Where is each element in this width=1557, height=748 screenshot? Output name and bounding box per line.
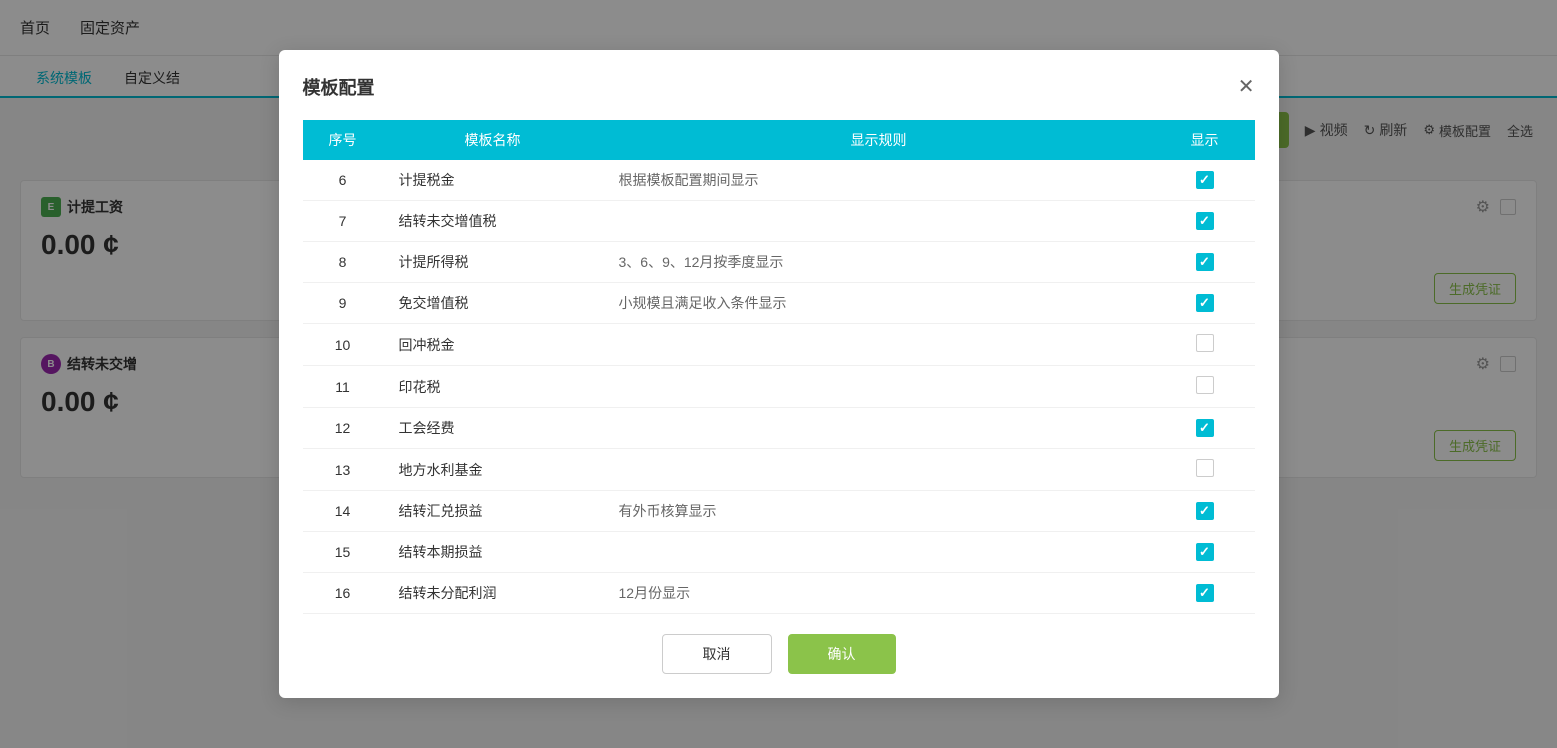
- cell-rule: [603, 324, 1155, 366]
- cell-rule: 小规模且满足收入条件显示: [603, 283, 1155, 324]
- cell-id: 6: [303, 160, 383, 201]
- table-row: 13地方水利基金: [303, 449, 1255, 491]
- table-header-row: 序号 模板名称 显示规则 显示: [303, 120, 1255, 160]
- cell-checkbox: [1155, 283, 1255, 324]
- modal-overlay: 模板配置 ✕ 序号 模板名称 显示规则 显示 6计提税金根据模板配置期间显示7结…: [0, 0, 1557, 748]
- cell-name: 结转未交增值税: [383, 201, 603, 242]
- cell-id: 11: [303, 366, 383, 408]
- cell-checkbox: [1155, 573, 1255, 614]
- cell-name: 结转汇兑损益: [383, 491, 603, 532]
- modal-title: 模板配置: [303, 74, 375, 100]
- th-index: 序号: [303, 120, 383, 160]
- table-row: 7结转未交增值税: [303, 201, 1255, 242]
- checkbox-14[interactable]: [1196, 502, 1214, 520]
- cell-rule: 3、6、9、12月按季度显示: [603, 242, 1155, 283]
- cell-checkbox: [1155, 324, 1255, 366]
- checkbox-7[interactable]: [1196, 212, 1214, 230]
- cell-id: 15: [303, 532, 383, 573]
- th-show: 显示: [1155, 120, 1255, 160]
- table-row: 14结转汇兑损益有外币核算显示: [303, 491, 1255, 532]
- cell-checkbox: [1155, 408, 1255, 449]
- cell-rule: 12月份显示: [603, 573, 1155, 614]
- cell-rule: [603, 201, 1155, 242]
- config-table: 序号 模板名称 显示规则 显示 6计提税金根据模板配置期间显示7结转未交增值税8…: [303, 120, 1255, 614]
- cell-id: 13: [303, 449, 383, 491]
- cell-name: 结转未分配利润: [383, 573, 603, 614]
- cell-name: 地方水利基金: [383, 449, 603, 491]
- cell-id: 16: [303, 573, 383, 614]
- cell-checkbox: [1155, 491, 1255, 532]
- cell-id: 10: [303, 324, 383, 366]
- cell-name: 结转本期损益: [383, 532, 603, 573]
- cell-rule: 根据模板配置期间显示: [603, 160, 1155, 201]
- cell-checkbox: [1155, 160, 1255, 201]
- checkbox-11[interactable]: [1196, 376, 1214, 394]
- modal-header: 模板配置 ✕: [303, 74, 1255, 100]
- checkbox-8[interactable]: [1196, 253, 1214, 271]
- cell-checkbox: [1155, 242, 1255, 283]
- modal-close-button[interactable]: ✕: [1238, 77, 1255, 97]
- cell-checkbox: [1155, 201, 1255, 242]
- cell-id: 8: [303, 242, 383, 283]
- checkbox-16[interactable]: [1196, 584, 1214, 602]
- cell-name: 印花税: [383, 366, 603, 408]
- modal-footer: 取消 确认: [303, 634, 1255, 674]
- cell-name: 计提税金: [383, 160, 603, 201]
- cell-name: 回冲税金: [383, 324, 603, 366]
- table-body: 6计提税金根据模板配置期间显示7结转未交增值税8计提所得税3、6、9、12月按季…: [303, 160, 1255, 614]
- table-row: 11印花税: [303, 366, 1255, 408]
- table-row: 10回冲税金: [303, 324, 1255, 366]
- cell-id: 9: [303, 283, 383, 324]
- cell-name: 计提所得税: [383, 242, 603, 283]
- cell-rule: [603, 408, 1155, 449]
- cell-checkbox: [1155, 532, 1255, 573]
- cell-id: 7: [303, 201, 383, 242]
- table-row: 9免交增值税小规模且满足收入条件显示: [303, 283, 1255, 324]
- table-row: 6计提税金根据模板配置期间显示: [303, 160, 1255, 201]
- checkbox-13[interactable]: [1196, 459, 1214, 477]
- cell-rule: 有外币核算显示: [603, 491, 1155, 532]
- cancel-button[interactable]: 取消: [662, 634, 772, 674]
- checkbox-15[interactable]: [1196, 543, 1214, 561]
- table-row: 12工会经费: [303, 408, 1255, 449]
- checkbox-6[interactable]: [1196, 171, 1214, 189]
- cell-checkbox: [1155, 366, 1255, 408]
- template-config-modal: 模板配置 ✕ 序号 模板名称 显示规则 显示 6计提税金根据模板配置期间显示7结…: [279, 50, 1279, 698]
- table-scroll-container[interactable]: 序号 模板名称 显示规则 显示 6计提税金根据模板配置期间显示7结转未交增值税8…: [303, 120, 1255, 614]
- cell-name: 免交增值税: [383, 283, 603, 324]
- checkbox-12[interactable]: [1196, 419, 1214, 437]
- cell-rule: [603, 449, 1155, 491]
- confirm-button[interactable]: 确认: [788, 634, 896, 674]
- th-rule: 显示规则: [603, 120, 1155, 160]
- th-name: 模板名称: [383, 120, 603, 160]
- table-row: 8计提所得税3、6、9、12月按季度显示: [303, 242, 1255, 283]
- checkbox-10[interactable]: [1196, 334, 1214, 352]
- table-row: 15结转本期损益: [303, 532, 1255, 573]
- cell-rule: [603, 366, 1155, 408]
- cell-checkbox: [1155, 449, 1255, 491]
- cell-id: 12: [303, 408, 383, 449]
- cell-rule: [603, 532, 1155, 573]
- checkbox-9[interactable]: [1196, 294, 1214, 312]
- cell-name: 工会经费: [383, 408, 603, 449]
- table-row: 16结转未分配利润12月份显示: [303, 573, 1255, 614]
- cell-id: 14: [303, 491, 383, 532]
